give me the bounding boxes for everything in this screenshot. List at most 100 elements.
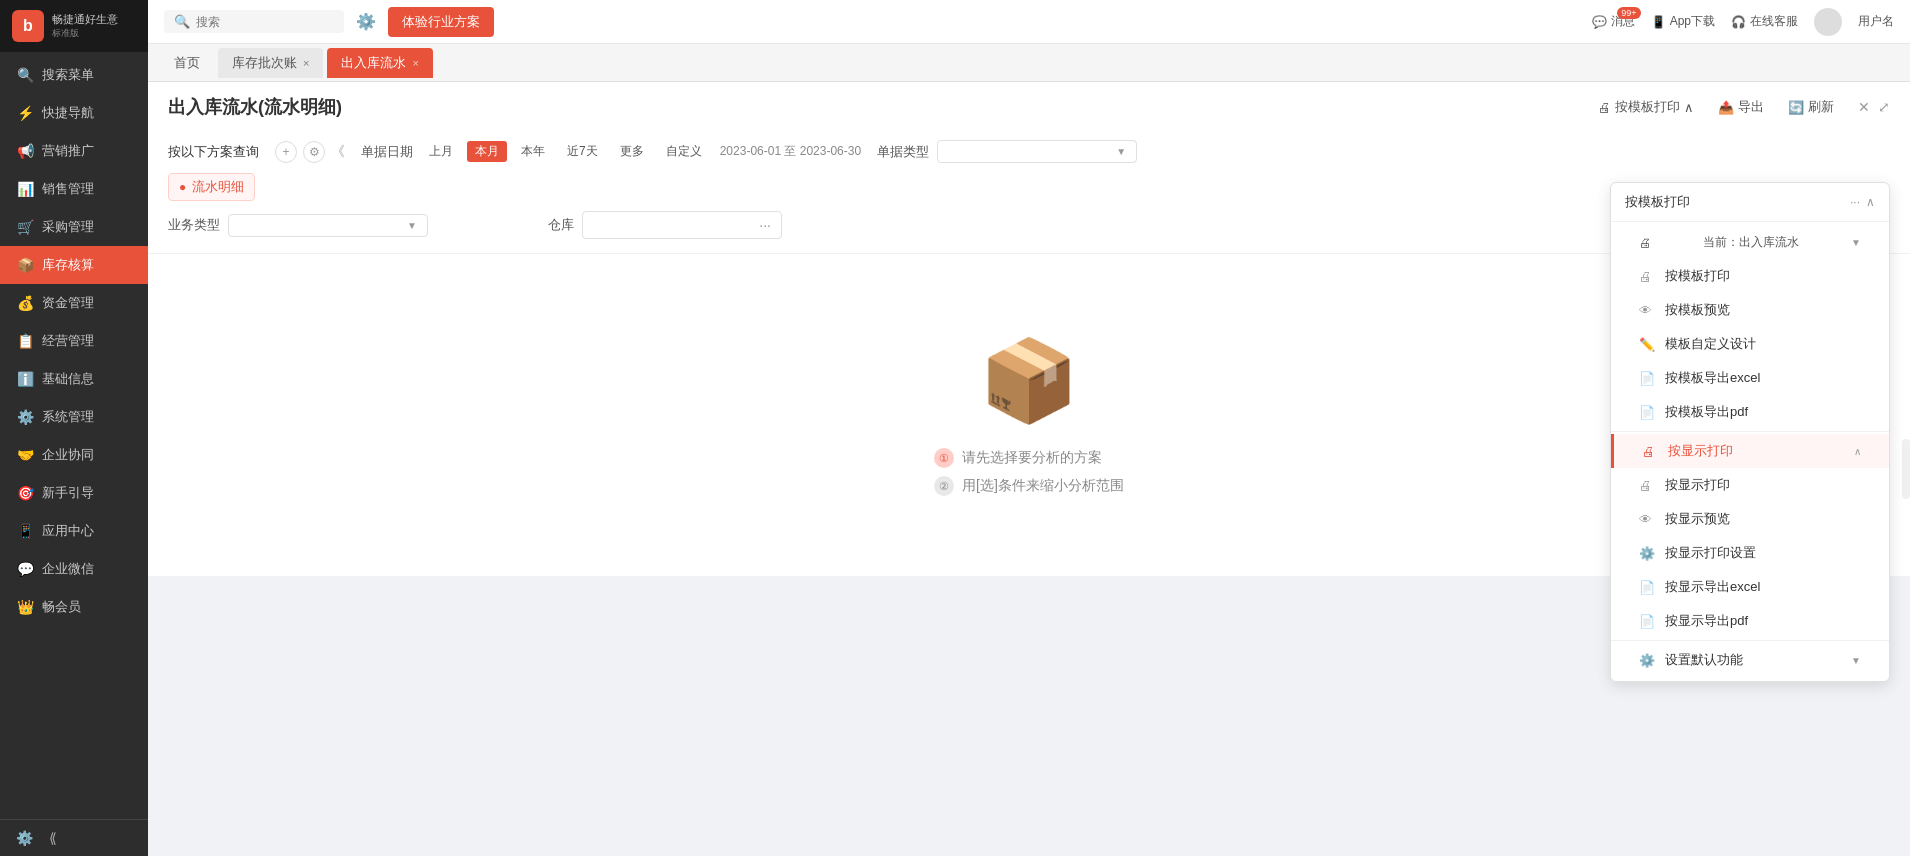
nav-label-system: 系统管理 xyxy=(42,408,94,426)
dropdown-divider-1 xyxy=(1611,431,1889,432)
display-print-expand-arrow: ∧ xyxy=(1854,446,1861,457)
search-input[interactable] xyxy=(196,15,334,29)
nav-label-basic: 基础信息 xyxy=(42,370,94,388)
sidebar-item-newbie[interactable]: 🎯新手引导 xyxy=(0,474,148,512)
print-template-label: 按模板打印 xyxy=(1615,98,1680,116)
dropdown-item-set-default[interactable]: ⚙️ 设置默认功能 ▼ xyxy=(1611,643,1889,677)
sidebar-item-inventory[interactable]: 📦库存核算 xyxy=(0,246,148,284)
topbar-gear-icon[interactable]: ⚙️ xyxy=(356,12,376,31)
topbar-app-download[interactable]: 📱 App下载 xyxy=(1651,13,1715,30)
page-title: 出入库流水(流水明细) xyxy=(168,95,342,119)
nav-label-operations: 经营管理 xyxy=(42,332,94,350)
sidebar-item-wechat[interactable]: 💬企业微信 xyxy=(0,550,148,588)
refresh-btn[interactable]: 🔄 刷新 xyxy=(1780,94,1842,120)
sidebar-item-basic[interactable]: ℹ️基础信息 xyxy=(0,360,148,398)
date-tab-this-year[interactable]: 本年 xyxy=(513,141,553,162)
dropdown-header: 按模板打印 ··· ∧ xyxy=(1611,183,1889,222)
filter-collapse-icon[interactable]: 《 xyxy=(331,143,345,161)
username-label[interactable]: 用户名 xyxy=(1858,13,1894,30)
page-resize-handle[interactable] xyxy=(1902,439,1910,499)
display-excel-icon: 📄 xyxy=(1639,580,1655,595)
step-1-text: 请先选择要分析的方案 xyxy=(962,449,1102,467)
topbar-service[interactable]: 🎧 在线客服 xyxy=(1731,13,1798,30)
dropdown-more-icon[interactable]: ··· xyxy=(1850,195,1860,209)
topbar-search-box[interactable]: 🔍 xyxy=(164,10,344,33)
sidebar-settings-icon[interactable]: ⚙️ xyxy=(16,830,33,846)
filter-settings-btn[interactable]: ⚙ xyxy=(303,141,325,163)
date-tab-last-month[interactable]: 上月 xyxy=(421,141,461,162)
refresh-label: 刷新 xyxy=(1808,98,1834,116)
window-close-btn[interactable]: ✕ xyxy=(1858,99,1870,115)
export-btn[interactable]: 📤 导出 xyxy=(1710,94,1772,120)
dropdown-item-display-print-header[interactable]: 🖨 按显示打印 ∧ xyxy=(1611,434,1889,468)
biz-type-input[interactable]: ▼ xyxy=(228,214,428,237)
dropdown-item-display-preview[interactable]: 👁 按显示预览 xyxy=(1611,502,1889,536)
dropdown-item-display-settings[interactable]: ⚙️ 按显示打印设置 xyxy=(1611,536,1889,570)
date-tab-more[interactable]: 更多 xyxy=(612,141,652,162)
dropdown-item-template-excel[interactable]: 📄 按模板导出excel xyxy=(1611,361,1889,395)
template-pdf-label: 按模板导出pdf xyxy=(1665,403,1748,421)
tab-flow-close[interactable]: × xyxy=(412,57,418,69)
sidebar-item-search[interactable]: 🔍搜索菜单 xyxy=(0,56,148,94)
sidebar-item-system[interactable]: ⚙️系统管理 xyxy=(0,398,148,436)
sidebar-item-member[interactable]: 👑畅会员 xyxy=(0,588,148,626)
sidebar-item-finance[interactable]: 💰资金管理 xyxy=(0,284,148,322)
set-default-arrow: ▼ xyxy=(1851,655,1861,666)
dropdown-collapse-arrow[interactable]: ∧ xyxy=(1866,195,1875,209)
window-resize-btn[interactable]: ⤢ xyxy=(1878,99,1890,115)
filter-tag-icon: ● xyxy=(179,180,186,194)
warehouse-field: 仓库 ··· xyxy=(548,211,908,239)
app-name: 畅捷通好生意 xyxy=(52,12,118,26)
step-num-1: ① xyxy=(934,448,954,468)
empty-step-1: ① 请先选择要分析的方案 xyxy=(934,448,1124,468)
biz-type-field: 业务类型 ▼ xyxy=(168,214,528,237)
sidebar-item-sales[interactable]: 📊销售管理 xyxy=(0,170,148,208)
tab-home[interactable]: 首页 xyxy=(160,48,214,78)
sidebar-item-collab[interactable]: 🤝企业协同 xyxy=(0,436,148,474)
tab-flow[interactable]: 出入库流水 × xyxy=(327,48,432,78)
dropdown-item-template-preview[interactable]: 👁 按模板预览 xyxy=(1611,293,1889,327)
sidebar-item-purchase[interactable]: 🛒采购管理 xyxy=(0,208,148,246)
dropdown-item-display-pdf[interactable]: 📄 按显示导出pdf xyxy=(1611,604,1889,638)
filter-tag-shuimingxi[interactable]: ● 流水明细 xyxy=(168,173,255,201)
sidebar-item-apps[interactable]: 📱应用中心 xyxy=(0,512,148,550)
print-template-btn[interactable]: 🖨 按模板打印 ∧ xyxy=(1590,94,1702,120)
warehouse-input[interactable]: ··· xyxy=(582,211,782,239)
message-badge: 99+ xyxy=(1617,7,1640,19)
sidebar-item-marketing[interactable]: 📢 营销推广 xyxy=(0,132,148,170)
nav-icon-marketing: 📢 xyxy=(16,143,34,159)
nav-label-marketing: 营销推广 xyxy=(42,142,94,160)
dropdown-item-template-pdf[interactable]: 📄 按模板导出pdf xyxy=(1611,395,1889,429)
filter-tag-label: 流水明细 xyxy=(192,178,244,196)
date-tab-this-month[interactable]: 本月 xyxy=(467,141,507,162)
nav-label-collab: 企业协同 xyxy=(42,446,94,464)
industry-btn[interactable]: 体验行业方案 xyxy=(388,7,494,37)
filter-add-btn[interactable]: + xyxy=(275,141,297,163)
empty-step-2: ② 用[选]条件来缩小分析范围 xyxy=(934,476,1124,496)
topbar-message[interactable]: 💬 消息 99+ xyxy=(1592,13,1635,30)
doc-type-select[interactable]: ▼ xyxy=(937,140,1137,163)
tab-batch[interactable]: 库存批次账 × xyxy=(218,48,323,78)
date-tab-7days[interactable]: 近7天 xyxy=(559,141,606,162)
date-tab-custom[interactable]: 自定义 xyxy=(658,141,710,162)
dropdown-item-template-custom[interactable]: ✏️ 模板自定义设计 xyxy=(1611,327,1889,361)
nav-icon-newbie: 🎯 xyxy=(16,485,34,501)
display-pdf-label: 按显示导出pdf xyxy=(1665,612,1748,630)
print-expand-arrow: ∧ xyxy=(1684,100,1694,115)
nav-icon-inventory: 📦 xyxy=(16,257,34,273)
sidebar-item-operations[interactable]: 📋经营管理 xyxy=(0,322,148,360)
sidebar-item-shortcut[interactable]: ⚡快捷导航 xyxy=(0,94,148,132)
tab-batch-close[interactable]: × xyxy=(303,57,309,69)
dropdown-current-label: 当前：出入库流水 xyxy=(1703,234,1799,251)
dropdown-item-display-print[interactable]: 🖨 按显示打印 xyxy=(1611,468,1889,502)
user-avatar[interactable] xyxy=(1814,8,1842,36)
app-label: App下载 xyxy=(1670,13,1715,30)
template-preview-label: 按模板预览 xyxy=(1665,301,1730,319)
sidebar-bottom: ⚙️ ⟪ xyxy=(0,819,148,856)
display-print-header-icon: 🖨 xyxy=(1642,444,1658,459)
search-icon: 🔍 xyxy=(174,14,190,29)
dropdown-item-template-print[interactable]: 🖨 按模板打印 xyxy=(1611,259,1889,293)
sidebar-collapse-icon[interactable]: ⟪ xyxy=(49,830,57,846)
dropdown-item-display-excel[interactable]: 📄 按显示导出excel xyxy=(1611,570,1889,604)
dropdown-current-icon: 🖨 xyxy=(1639,236,1651,250)
